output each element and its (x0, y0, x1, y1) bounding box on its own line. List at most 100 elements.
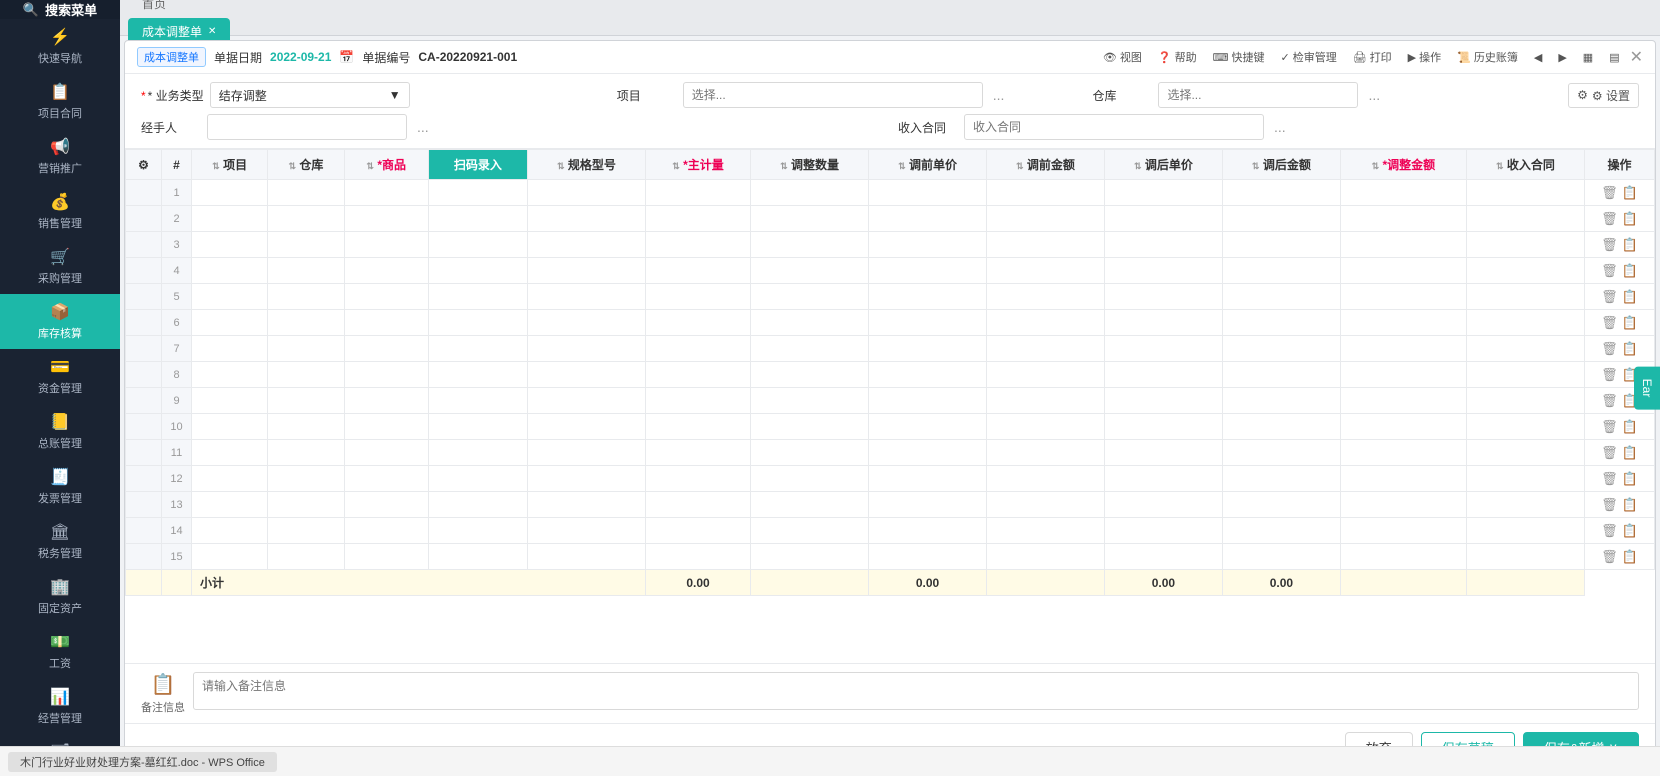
row-2-col-8[interactable] (987, 206, 1105, 232)
row-15-col-9[interactable] (1104, 544, 1222, 570)
row-12-col-4[interactable] (527, 466, 645, 492)
row-12-col-10[interactable] (1222, 466, 1340, 492)
row-copy-6[interactable]: 📋 (1622, 315, 1638, 331)
row-delete-1[interactable]: 🗑 (1601, 185, 1618, 201)
side-tab[interactable]: Ear (1634, 367, 1660, 410)
row-2-col-3[interactable] (428, 206, 527, 232)
row-4-col-9[interactable] (1104, 258, 1222, 284)
tab-home[interactable]: 首页 (128, 0, 230, 18)
row-5-col-10[interactable] (1222, 284, 1340, 310)
row-9-col-4[interactable] (527, 388, 645, 414)
row-13-col-10[interactable] (1222, 492, 1340, 518)
row-5-col-11[interactable] (1340, 284, 1466, 310)
row-9-col-1[interactable] (268, 388, 344, 414)
row-10-col-11[interactable] (1340, 414, 1466, 440)
row-15-col-11[interactable] (1340, 544, 1466, 570)
row-12-col-8[interactable] (987, 466, 1105, 492)
row-6-col-9[interactable] (1104, 310, 1222, 336)
print-btn[interactable]: 🖨 打印 (1347, 47, 1398, 67)
row-9-income[interactable] (1466, 388, 1584, 414)
row-delete-3[interactable]: 🗑 (1601, 237, 1618, 253)
row-4-col-10[interactable] (1222, 258, 1340, 284)
row-copy-1[interactable]: 📋 (1622, 185, 1638, 201)
row-13-col-0[interactable] (192, 492, 268, 518)
row-13-col-2[interactable] (344, 492, 428, 518)
row-11-income[interactable] (1466, 440, 1584, 466)
row-11-col-9[interactable] (1104, 440, 1222, 466)
col-spec-type[interactable]: ⇅ 规格型号 (527, 150, 645, 180)
row-12-col-11[interactable] (1340, 466, 1466, 492)
row-1-col-11[interactable] (1340, 180, 1466, 206)
row-4-col-7[interactable] (869, 258, 987, 284)
row-copy-10[interactable]: 📋 (1622, 419, 1638, 435)
row-2-col-0[interactable] (192, 206, 268, 232)
row-10-col-6[interactable] (751, 414, 869, 440)
row-5-col-0[interactable] (192, 284, 268, 310)
row-15-col-10[interactable] (1222, 544, 1340, 570)
row-7-col-3[interactable] (428, 336, 527, 362)
income-contract-dots[interactable]: ... (1270, 119, 1290, 135)
audit-btn[interactable]: ✓ 检审管理 (1274, 47, 1342, 67)
row-7-col-4[interactable] (527, 336, 645, 362)
row-9-col-9[interactable] (1104, 388, 1222, 414)
row-11-col-7[interactable] (869, 440, 987, 466)
row-8-col-8[interactable] (987, 362, 1105, 388)
table-config-icon[interactable]: ⚙ (138, 158, 149, 172)
layout-b[interactable]: ▤ (1603, 49, 1625, 66)
row-5-income[interactable] (1466, 284, 1584, 310)
row-12-col-3[interactable] (428, 466, 527, 492)
col-pre-amount[interactable]: ⇅ 调前金额 (987, 150, 1105, 180)
row-delete-11[interactable]: 🗑 (1601, 445, 1618, 461)
layout-a[interactable]: ▦ (1577, 49, 1599, 66)
row-13-col-8[interactable] (987, 492, 1105, 518)
warehouse-input[interactable] (1158, 82, 1358, 108)
row-14-col-0[interactable] (192, 518, 268, 544)
col-income-contract[interactable]: ⇅ 收入合同 (1466, 150, 1584, 180)
col-post-unit-price[interactable]: ⇅ 调后单价 (1104, 150, 1222, 180)
row-5-col-9[interactable] (1104, 284, 1222, 310)
row-2-income[interactable] (1466, 206, 1584, 232)
row-6-col-6[interactable] (751, 310, 869, 336)
row-1-col-3[interactable] (428, 180, 527, 206)
row-5-col-8[interactable] (987, 284, 1105, 310)
row-4-col-2[interactable] (344, 258, 428, 284)
handler-dots[interactable]: ... (413, 119, 433, 135)
row-9-col-11[interactable] (1340, 388, 1466, 414)
row-8-col-0[interactable] (192, 362, 268, 388)
row-9-col-7[interactable] (869, 388, 987, 414)
row-4-col-4[interactable] (527, 258, 645, 284)
row-1-col-6[interactable] (751, 180, 869, 206)
row-11-col-2[interactable] (344, 440, 428, 466)
row-10-col-10[interactable] (1222, 414, 1340, 440)
row-7-col-10[interactable] (1222, 336, 1340, 362)
row-13-col-9[interactable] (1104, 492, 1222, 518)
calendar-icon[interactable]: 📅 (339, 50, 354, 64)
tab-close-cost-adjust[interactable]: ✕ (208, 26, 216, 37)
row-3-income[interactable] (1466, 232, 1584, 258)
row-7-col-5[interactable] (645, 336, 750, 362)
row-delete-9[interactable]: 🗑 (1601, 393, 1618, 409)
row-12-col-7[interactable] (869, 466, 987, 492)
row-delete-5[interactable]: 🗑 (1601, 289, 1618, 305)
row-7-col-9[interactable] (1104, 336, 1222, 362)
row-14-col-6[interactable] (751, 518, 869, 544)
row-8-col-5[interactable] (645, 362, 750, 388)
row-1-col-5[interactable] (645, 180, 750, 206)
col-post-amount[interactable]: ⇅ 调后金额 (1222, 150, 1340, 180)
row-12-col-9[interactable] (1104, 466, 1222, 492)
close-btn[interactable]: ✕ (1630, 47, 1643, 67)
sidebar-item-invoice[interactable]: 🧾发票管理 (0, 459, 120, 514)
row-15-col-6[interactable] (751, 544, 869, 570)
row-2-col-7[interactable] (869, 206, 987, 232)
row-10-col-1[interactable] (268, 414, 344, 440)
row-7-income[interactable] (1466, 336, 1584, 362)
row-3-col-6[interactable] (751, 232, 869, 258)
row-15-col-4[interactable] (527, 544, 645, 570)
row-11-col-11[interactable] (1340, 440, 1466, 466)
row-12-col-0[interactable] (192, 466, 268, 492)
row-10-col-0[interactable] (192, 414, 268, 440)
row-delete-2[interactable]: 🗑 (1601, 211, 1618, 227)
row-6-col-3[interactable] (428, 310, 527, 336)
row-14-col-2[interactable] (344, 518, 428, 544)
row-5-col-2[interactable] (344, 284, 428, 310)
